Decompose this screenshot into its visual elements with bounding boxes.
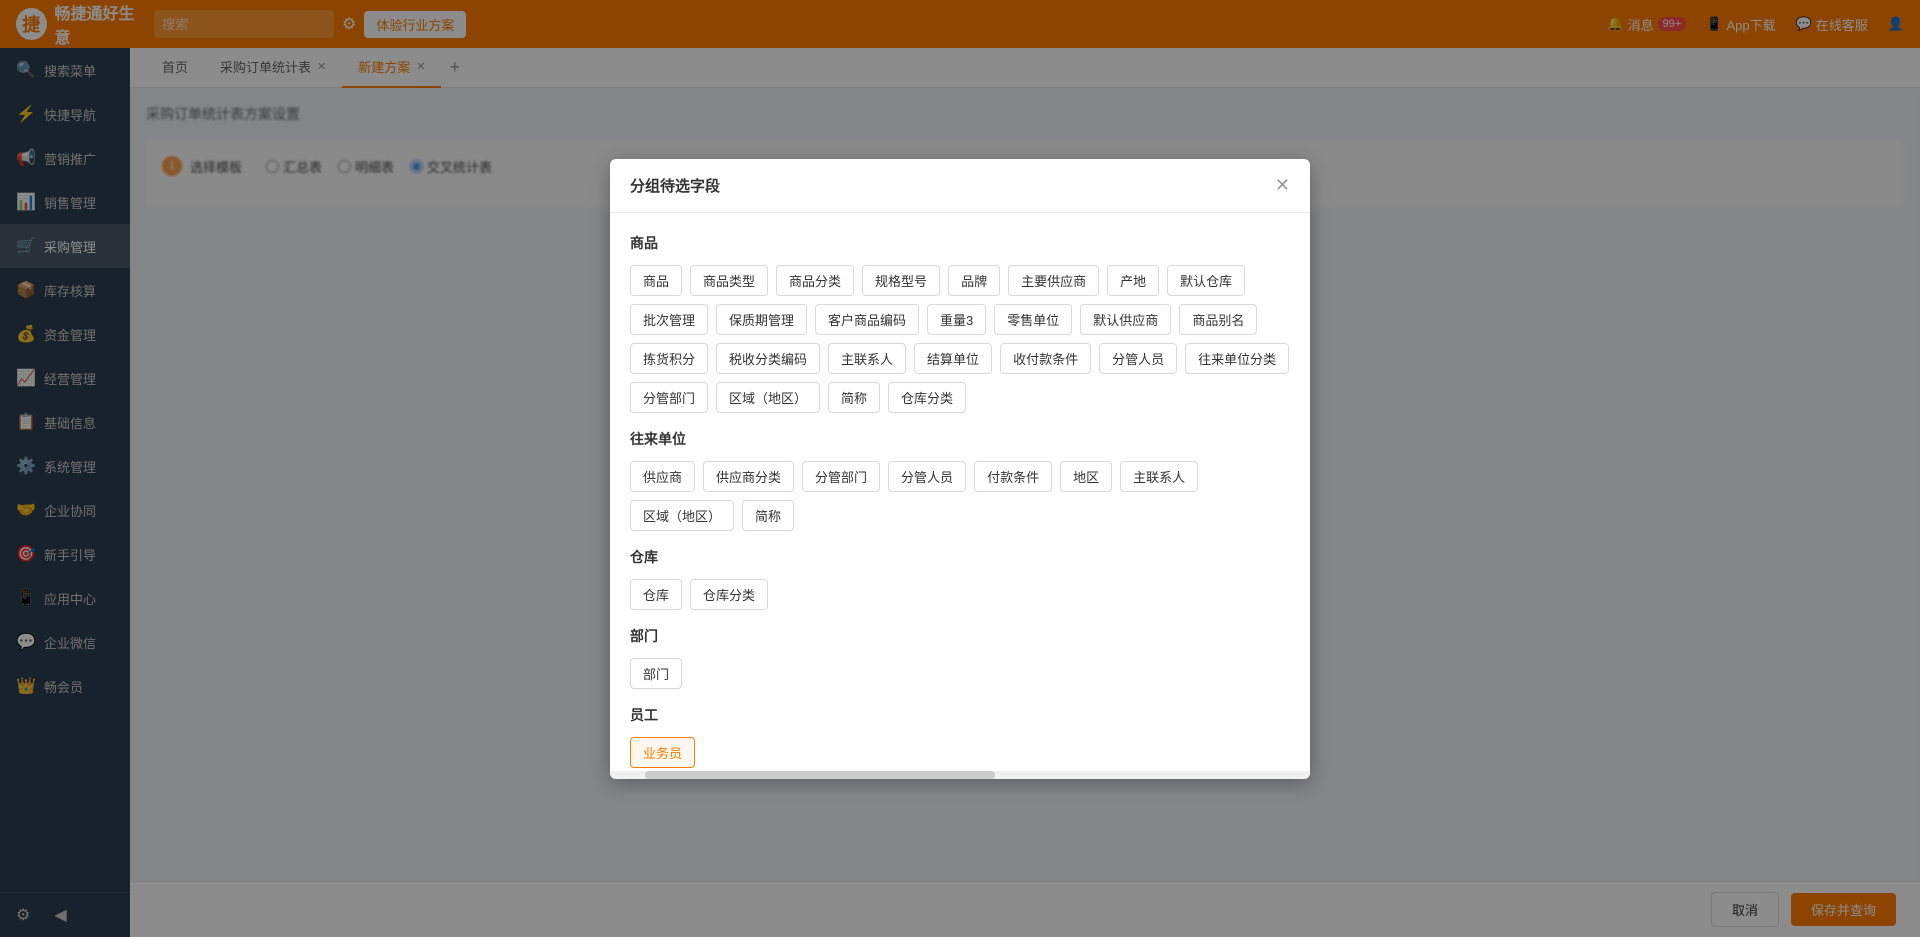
field-tag[interactable]: 默认供应商 [1080,304,1171,335]
field-tag[interactable]: 商品 [630,265,682,296]
field-tag[interactable]: 主联系人 [1120,461,1198,492]
field-tag[interactable]: 部门 [630,658,682,689]
field-tag[interactable]: 结算单位 [914,343,992,374]
section-title-employee: 员工 [630,705,1290,725]
field-tag[interactable]: 商品分类 [776,265,854,296]
warehouse-field-grid: 仓库 仓库分类 [630,579,1290,610]
field-tag[interactable]: 主联系人 [828,343,906,374]
field-tag[interactable]: 付款条件 [974,461,1052,492]
modal-overlay[interactable]: 分组待选字段 ✕ 商品 商品 商品类型 商品分类 规格型号 品牌 主要供应商 产… [0,0,1920,937]
field-tag[interactable]: 区域（地区） [716,382,820,413]
field-tag[interactable]: 规格型号 [862,265,940,296]
field-tag[interactable]: 税收分类编码 [716,343,820,374]
department-field-grid: 部门 [630,658,1290,689]
field-tag[interactable]: 客户商品编码 [815,304,919,335]
modal-header: 分组待选字段 ✕ [610,159,1310,213]
counterpart-field-grid: 供应商 供应商分类 分管部门 分管人员 付款条件 地区 主联系人 区域（地区） … [630,461,1290,531]
field-tag[interactable]: 分管部门 [630,382,708,413]
field-tag[interactable]: 供应商 [630,461,695,492]
field-tag[interactable]: 拣货积分 [630,343,708,374]
modal-title: 分组待选字段 [630,175,720,196]
field-tag[interactable]: 地区 [1060,461,1112,492]
section-title-warehouse: 仓库 [630,547,1290,567]
field-tag[interactable]: 简称 [742,500,794,531]
field-tag[interactable]: 分管人员 [888,461,966,492]
field-tag[interactable]: 零售单位 [994,304,1072,335]
field-tag[interactable]: 重量3 [927,304,986,335]
field-tag[interactable]: 批次管理 [630,304,708,335]
section-title-product: 商品 [630,233,1290,253]
field-tag[interactable]: 收付款条件 [1000,343,1091,374]
field-tag[interactable]: 商品别名 [1179,304,1257,335]
employee-field-grid: 业务员 [630,737,1290,768]
field-tag[interactable]: 主要供应商 [1008,265,1099,296]
field-tag[interactable]: 保质期管理 [716,304,807,335]
field-tag[interactable]: 分管人员 [1099,343,1177,374]
field-tag[interactable]: 商品类型 [690,265,768,296]
field-tag[interactable]: 供应商分类 [703,461,794,492]
field-tag[interactable]: 仓库分类 [690,579,768,610]
modal-horizontal-scrollbar[interactable] [610,771,1310,779]
field-tag[interactable]: 默认仓库 [1167,265,1245,296]
field-tag-salesperson[interactable]: 业务员 [630,737,695,768]
field-tag[interactable]: 产地 [1107,265,1159,296]
section-title-counterpart: 往来单位 [630,429,1290,449]
modal-close-button[interactable]: ✕ [1275,176,1290,194]
field-tag[interactable]: 分管部门 [802,461,880,492]
product-field-grid: 商品 商品类型 商品分类 规格型号 品牌 主要供应商 产地 默认仓库 批次管理 … [630,265,1290,413]
field-tag[interactable]: 区域（地区） [630,500,734,531]
modal-hscroll-thumb [645,771,995,779]
field-tag[interactable]: 往来单位分类 [1185,343,1289,374]
field-tag[interactable]: 仓库 [630,579,682,610]
modal: 分组待选字段 ✕ 商品 商品 商品类型 商品分类 规格型号 品牌 主要供应商 产… [610,159,1310,779]
modal-body[interactable]: 商品 商品 商品类型 商品分类 规格型号 品牌 主要供应商 产地 默认仓库 批次… [610,213,1310,771]
field-tag[interactable]: 简称 [828,382,880,413]
section-title-department: 部门 [630,626,1290,646]
field-tag[interactable]: 仓库分类 [888,382,966,413]
field-tag[interactable]: 品牌 [948,265,1000,296]
